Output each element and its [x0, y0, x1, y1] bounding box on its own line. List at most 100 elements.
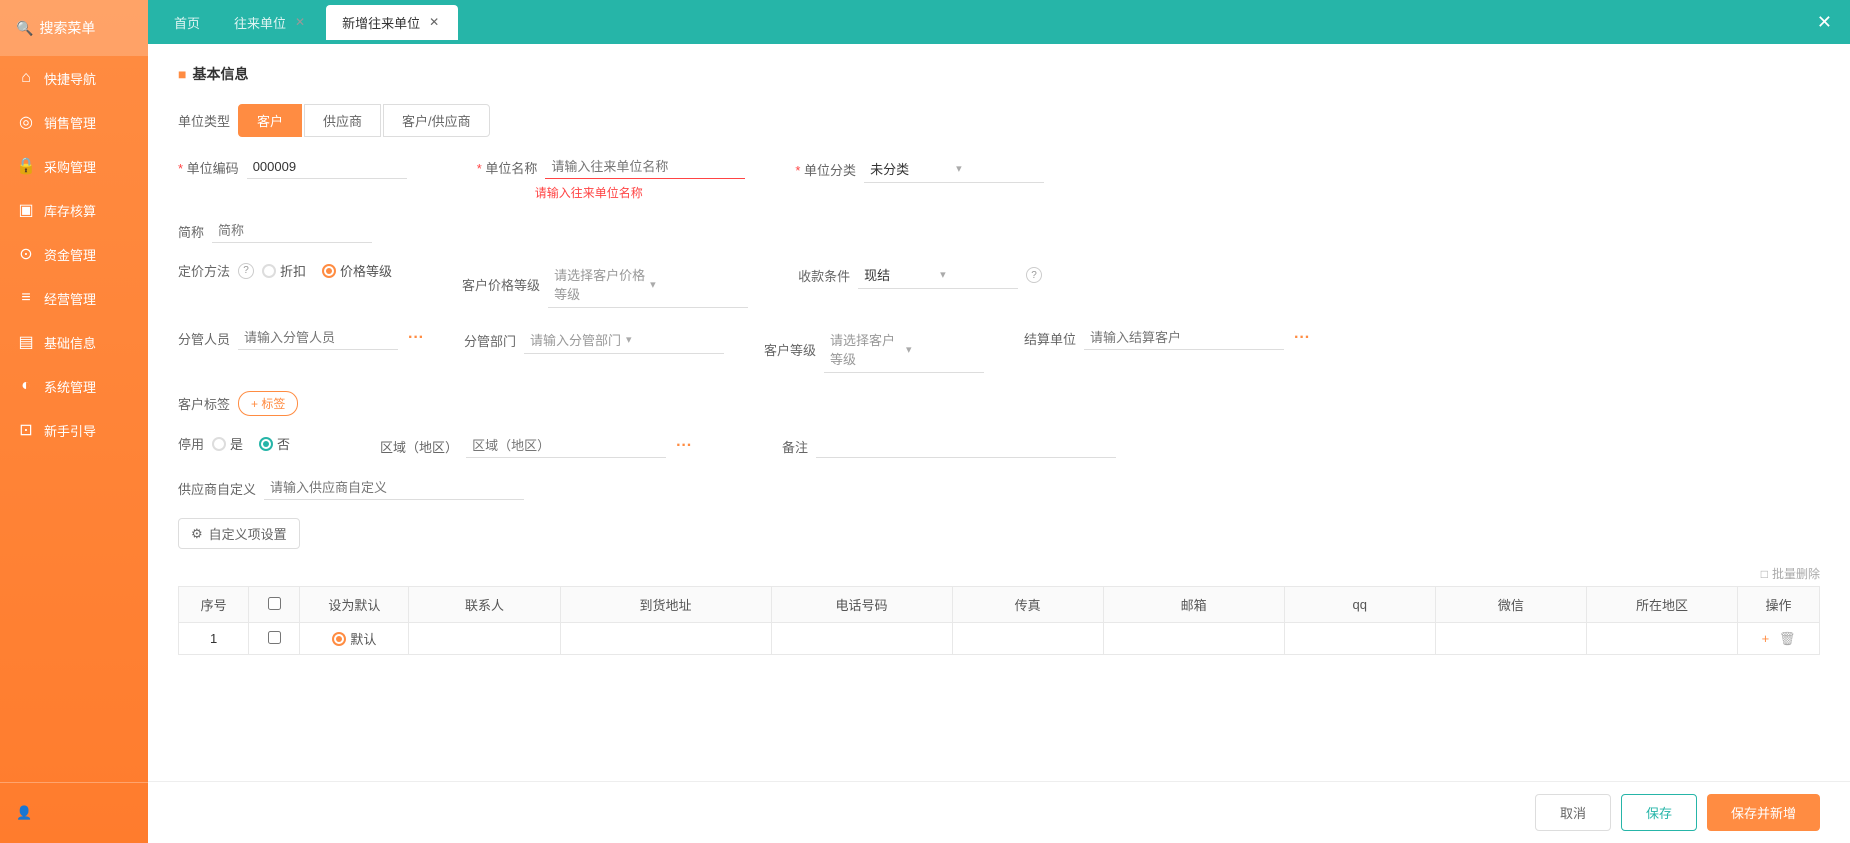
- customer-price-level-select[interactable]: 请选择客户价格等级 ▾: [548, 261, 748, 308]
- region-input[interactable]: [466, 434, 666, 458]
- unit-category-select[interactable]: 未分类 ▾: [864, 155, 1044, 183]
- wechat-input[interactable]: [1471, 631, 1551, 646]
- sidebar-item-guide[interactable]: ⊡新手引导: [0, 408, 148, 452]
- supervisor-input[interactable]: [238, 326, 398, 350]
- sidebar-item-inventory[interactable]: ▣库存核算: [0, 188, 148, 232]
- delete-row-btn[interactable]: 🗑: [1779, 631, 1796, 646]
- disabled-label: 停用: [178, 434, 204, 453]
- customer-tag-field: 客户标签 + 标签: [178, 391, 298, 416]
- short-name-input[interactable]: [212, 219, 372, 243]
- shortname-row: 简称: [178, 219, 1820, 243]
- region-dots-btn[interactable]: ···: [676, 437, 692, 455]
- sidebar-item-system[interactable]: ◐系统管理: [0, 364, 148, 408]
- unit-code-input[interactable]: [247, 155, 407, 179]
- sidebar-label-purchase: 采购管理: [44, 157, 96, 176]
- notes-input[interactable]: [816, 434, 1116, 458]
- tab-list: 首页往来单位✕ 新增往来单位 ✕: [158, 5, 458, 40]
- unit-category-label: 单位分类: [795, 160, 856, 179]
- customer-level-placeholder: 请选择客户等级: [830, 330, 902, 368]
- unit-btn-customer[interactable]: 客户: [238, 104, 302, 137]
- settlement-dots-btn[interactable]: ···: [1294, 329, 1310, 347]
- sidebar-item-operations[interactable]: ≡经营管理: [0, 276, 148, 320]
- disabled-radio-no[interactable]: 否: [259, 434, 290, 453]
- table-row: 1 默认: [179, 623, 1820, 655]
- address-input[interactable]: [606, 631, 726, 646]
- sidebar-search[interactable]: 🔍 搜索菜单: [0, 10, 148, 46]
- sidebar-item-purchase[interactable]: 🔒采购管理: [0, 144, 148, 188]
- main-content: 首页往来单位✕ 新增往来单位 ✕ ✕ ■ 基本信息 单位类型 客户 供应商 客户/供…: [148, 0, 1850, 843]
- cell-action: + 🗑: [1738, 623, 1820, 655]
- guide-icon: ⊡: [16, 420, 36, 440]
- qq-input[interactable]: [1320, 631, 1400, 646]
- table-body: 1 默认: [179, 623, 1820, 655]
- save-button[interactable]: 保存: [1621, 794, 1697, 831]
- tab-partner[interactable]: 往来单位✕: [218, 5, 324, 40]
- disabled-no-label: 否: [277, 434, 290, 453]
- settlement-label: 结算单位: [1024, 329, 1076, 348]
- unit-code-label: 单位编码: [178, 158, 239, 177]
- customer-level-chevron-icon: ▾: [906, 343, 978, 356]
- quick-nav-icon: ⌂: [16, 68, 36, 88]
- supplier-custom-row: 供应商自定义: [178, 476, 1820, 500]
- dept-select[interactable]: 请输入分管部门 ▾: [524, 326, 724, 354]
- window-close-button[interactable]: ✕: [1809, 8, 1840, 37]
- sidebar-item-sales[interactable]: ◎销售管理: [0, 100, 148, 144]
- tab-close-partner[interactable]: ✕: [292, 14, 308, 30]
- save-new-button[interactable]: 保存并新增: [1707, 794, 1820, 831]
- pricing-radio-level[interactable]: 价格等级: [322, 261, 392, 280]
- unit-category-chevron-icon: ▾: [956, 162, 1038, 175]
- region-table-input[interactable]: [1622, 631, 1702, 646]
- custom-settings-button[interactable]: ⚙ 自定义项设置: [178, 518, 300, 549]
- disabled-radio-yes[interactable]: 是: [212, 434, 243, 453]
- tab-home[interactable]: 首页: [158, 5, 216, 40]
- pricing-method-field: 定价方法 ? 折扣 价格等级: [178, 261, 392, 280]
- add-tag-button[interactable]: + 标签: [238, 391, 298, 416]
- add-row-btn[interactable]: +: [1762, 631, 1770, 646]
- col-contact: 联系人: [409, 587, 560, 623]
- tab-new-partner[interactable]: 新增往来单位 ✕: [326, 5, 458, 40]
- unit-btn-supplier[interactable]: 供应商: [304, 104, 381, 137]
- fax-input[interactable]: [988, 631, 1068, 646]
- settlement-input[interactable]: [1084, 326, 1284, 350]
- contact-input[interactable]: [444, 631, 524, 646]
- pricing-discount-label: 折扣: [280, 261, 306, 280]
- pricing-label: 定价方法: [178, 261, 230, 280]
- form-area: ■ 基本信息 单位类型 客户 供应商 客户/供应商 单位编码 单位名称: [148, 44, 1850, 781]
- sidebar-nav: ⌂ 快捷导航 ◎销售管理🔒采购管理▣库存核算⊙资金管理≡经营管理▤基础信息◐系统管理…: [0, 56, 148, 452]
- email-input[interactable]: [1144, 631, 1244, 646]
- customer-tag-label: 客户标签: [178, 394, 230, 413]
- row-checkbox[interactable]: [268, 631, 281, 644]
- sidebar-label-quick-nav: 快捷导航: [44, 69, 96, 88]
- cancel-button[interactable]: 取消: [1535, 794, 1611, 831]
- sidebar-item-basics[interactable]: ▤基础信息: [0, 320, 148, 364]
- sidebar-item-finance[interactable]: ⊙资金管理: [0, 232, 148, 276]
- payment-terms-select[interactable]: 现结 ▾: [858, 261, 1018, 289]
- unit-name-input[interactable]: [545, 155, 745, 179]
- col-qq: qq: [1284, 587, 1435, 623]
- col-address: 到货地址: [560, 587, 771, 623]
- payment-help-icon[interactable]: ?: [1026, 267, 1042, 283]
- dept-field: 分管部门 请输入分管部门 ▾: [464, 326, 724, 354]
- default-radio[interactable]: 默认: [310, 629, 398, 648]
- batch-delete-label[interactable]: 批量删除: [1772, 565, 1820, 582]
- unit-btn-both[interactable]: 客户/供应商: [383, 104, 490, 137]
- batch-delete-icon: □: [1761, 567, 1768, 581]
- form-footer: 取消 保存 保存并新增: [148, 781, 1850, 843]
- phone-input[interactable]: [812, 631, 912, 646]
- dept-label: 分管部门: [464, 331, 516, 350]
- col-phone: 电话号码: [771, 587, 952, 623]
- supplier-custom-input[interactable]: [264, 476, 524, 500]
- pricing-radio-discount[interactable]: 折扣: [262, 261, 306, 280]
- customer-level-select[interactable]: 请选择客户等级 ▾: [824, 326, 984, 373]
- sidebar-item-quick-nav[interactable]: ⌂ 快捷导航: [0, 56, 148, 100]
- sidebar-item-user[interactable]: 👤: [0, 793, 148, 833]
- select-all-checkbox[interactable]: [268, 597, 281, 610]
- supervisor-dots-btn[interactable]: ···: [408, 329, 424, 347]
- sales-icon: ◎: [16, 112, 36, 132]
- cell-region: [1586, 623, 1737, 655]
- tab-close-new-partner[interactable]: ✕: [426, 14, 442, 30]
- tab-label-new-partner: 新增往来单位: [342, 13, 420, 32]
- pricing-help-icon[interactable]: ?: [238, 263, 254, 279]
- col-email: 邮箱: [1103, 587, 1284, 623]
- unit-type-label: 单位类型: [178, 111, 230, 130]
